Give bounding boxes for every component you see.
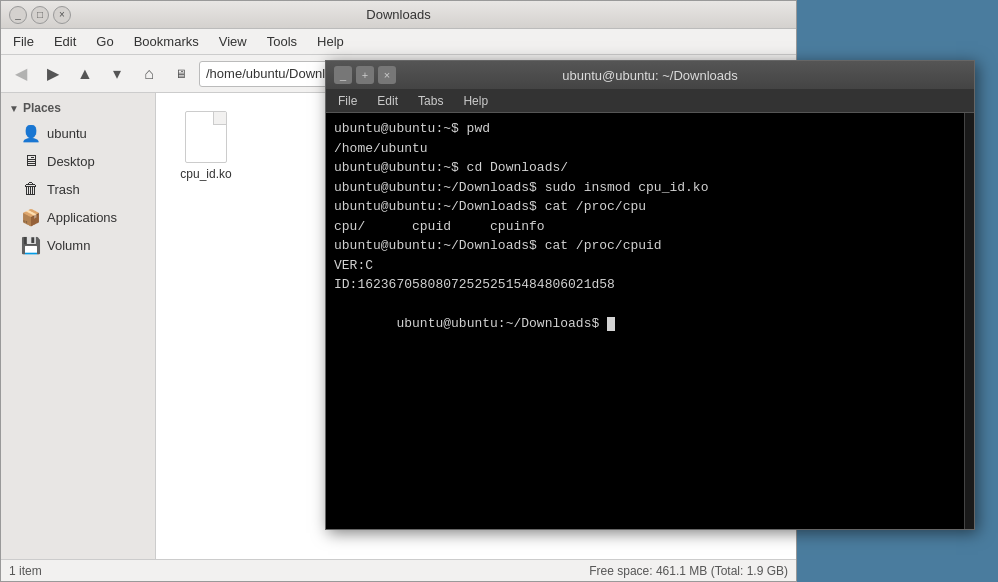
trash-icon: 🗑 bbox=[21, 179, 41, 199]
terminal-line-5: ubuntu@ubuntu:~/Downloads$ cat /proc/cpu bbox=[334, 197, 956, 217]
terminal-close-button[interactable]: × bbox=[378, 66, 396, 84]
menu-help[interactable]: Help bbox=[309, 31, 352, 52]
file-manager-titlebar: _ □ × Downloads bbox=[1, 1, 796, 29]
sidebar-item-ubuntu-label: ubuntu bbox=[47, 126, 87, 141]
terminal-line-10: ubuntu@ubuntu:~/Downloads$ bbox=[334, 295, 956, 354]
titlebar-controls: _ □ × bbox=[9, 6, 71, 24]
sidebar-arrow-icon: ▼ bbox=[9, 103, 19, 114]
sidebar-item-trash[interactable]: 🗑 Trash bbox=[1, 175, 155, 203]
desktop-icon: 🖥 bbox=[21, 151, 41, 171]
sidebar-places-header[interactable]: ▼ Places bbox=[1, 97, 155, 119]
menu-view[interactable]: View bbox=[211, 31, 255, 52]
sidebar-item-trash-label: Trash bbox=[47, 182, 80, 197]
sidebar-item-desktop[interactable]: 🖥 Desktop bbox=[1, 147, 155, 175]
terminal-line-7: ubuntu@ubuntu:~/Downloads$ cat /proc/cpu… bbox=[334, 236, 956, 256]
terminal-prompt-text: ubuntu@ubuntu:~/Downloads$ bbox=[396, 316, 607, 331]
terminal-window: _ + × ubuntu@ubuntu: ~/Downloads File Ed… bbox=[325, 60, 975, 530]
terminal-line-6: cpu/ cpuid cpuinfo bbox=[334, 217, 956, 237]
sidebar-item-volumn-label: Volumn bbox=[47, 238, 90, 253]
maximize-button[interactable]: □ bbox=[31, 6, 49, 24]
close-button[interactable]: × bbox=[53, 6, 71, 24]
terminal-cursor bbox=[607, 317, 615, 331]
file-manager-menubar: File Edit Go Bookmarks View Tools Help bbox=[1, 29, 796, 55]
terminal-line-8: VER:C bbox=[334, 256, 956, 276]
terminal-menu-help[interactable]: Help bbox=[455, 92, 496, 110]
window-title: Downloads bbox=[366, 7, 430, 22]
free-space: Free space: 461.1 MB (Total: 1.9 GB) bbox=[589, 564, 788, 578]
file-icon-image bbox=[185, 111, 227, 163]
sidebar-item-desktop-label: Desktop bbox=[47, 154, 95, 169]
sidebar: ▼ Places 👤 ubuntu 🖥 Desktop 🗑 Trash 📦 Ap… bbox=[1, 93, 156, 559]
sidebar-item-volumn[interactable]: 💾 Volumn bbox=[1, 231, 155, 259]
terminal-line-2: /home/ubuntu bbox=[334, 139, 956, 159]
terminal-titlebar: _ + × ubuntu@ubuntu: ~/Downloads bbox=[326, 61, 974, 89]
applications-icon: 📦 bbox=[21, 207, 41, 227]
sidebar-item-applications[interactable]: 📦 Applications bbox=[1, 203, 155, 231]
terminal-menu-tabs[interactable]: Tabs bbox=[410, 92, 451, 110]
home-button[interactable]: ⌂ bbox=[135, 60, 163, 88]
menu-tools[interactable]: Tools bbox=[259, 31, 305, 52]
terminal-line-1: ubuntu@ubuntu:~$ pwd bbox=[334, 119, 956, 139]
terminal-minimize-button[interactable]: _ bbox=[334, 66, 352, 84]
menu-edit[interactable]: Edit bbox=[46, 31, 84, 52]
file-icon bbox=[182, 107, 230, 167]
terminal-content[interactable]: ubuntu@ubuntu:~$ pwd /home/ubuntu ubuntu… bbox=[326, 113, 964, 529]
list-item[interactable]: cpu_id.ko bbox=[166, 103, 246, 185]
terminal-scrollbar[interactable] bbox=[964, 113, 974, 529]
terminal-line-3: ubuntu@ubuntu:~$ cd Downloads/ bbox=[334, 158, 956, 178]
minimize-button[interactable]: _ bbox=[9, 6, 27, 24]
file-name: cpu_id.ko bbox=[180, 167, 231, 181]
ubuntu-icon: 👤 bbox=[21, 123, 41, 143]
statusbar: 1 item Free space: 461.1 MB (Total: 1.9 … bbox=[1, 559, 796, 581]
dropdown-button[interactable]: ▾ bbox=[103, 60, 131, 88]
terminal-maximize-button[interactable]: + bbox=[356, 66, 374, 84]
network-button[interactable]: 🖥 bbox=[167, 60, 195, 88]
terminal-title: ubuntu@ubuntu: ~/Downloads bbox=[562, 68, 737, 83]
volumn-icon: 💾 bbox=[21, 235, 41, 255]
forward-button[interactable]: ▶ bbox=[39, 60, 67, 88]
terminal-line-4: ubuntu@ubuntu:~/Downloads$ sudo insmod c… bbox=[334, 178, 956, 198]
menu-file[interactable]: File bbox=[5, 31, 42, 52]
terminal-controls: _ + × bbox=[334, 66, 396, 84]
sidebar-section-label: Places bbox=[23, 101, 61, 115]
item-count: 1 item bbox=[9, 564, 42, 578]
back-button[interactable]: ◀ bbox=[7, 60, 35, 88]
menu-go[interactable]: Go bbox=[88, 31, 121, 52]
up-button[interactable]: ▲ bbox=[71, 60, 99, 88]
terminal-menubar: File Edit Tabs Help bbox=[326, 89, 974, 113]
menu-bookmarks[interactable]: Bookmarks bbox=[126, 31, 207, 52]
sidebar-item-ubuntu[interactable]: 👤 ubuntu bbox=[1, 119, 155, 147]
terminal-menu-file[interactable]: File bbox=[330, 92, 365, 110]
terminal-menu-edit[interactable]: Edit bbox=[369, 92, 406, 110]
sidebar-item-applications-label: Applications bbox=[47, 210, 117, 225]
terminal-line-9: ID:162367058080725252515484806021d58 bbox=[334, 275, 956, 295]
terminal-body: ubuntu@ubuntu:~$ pwd /home/ubuntu ubuntu… bbox=[326, 113, 974, 529]
